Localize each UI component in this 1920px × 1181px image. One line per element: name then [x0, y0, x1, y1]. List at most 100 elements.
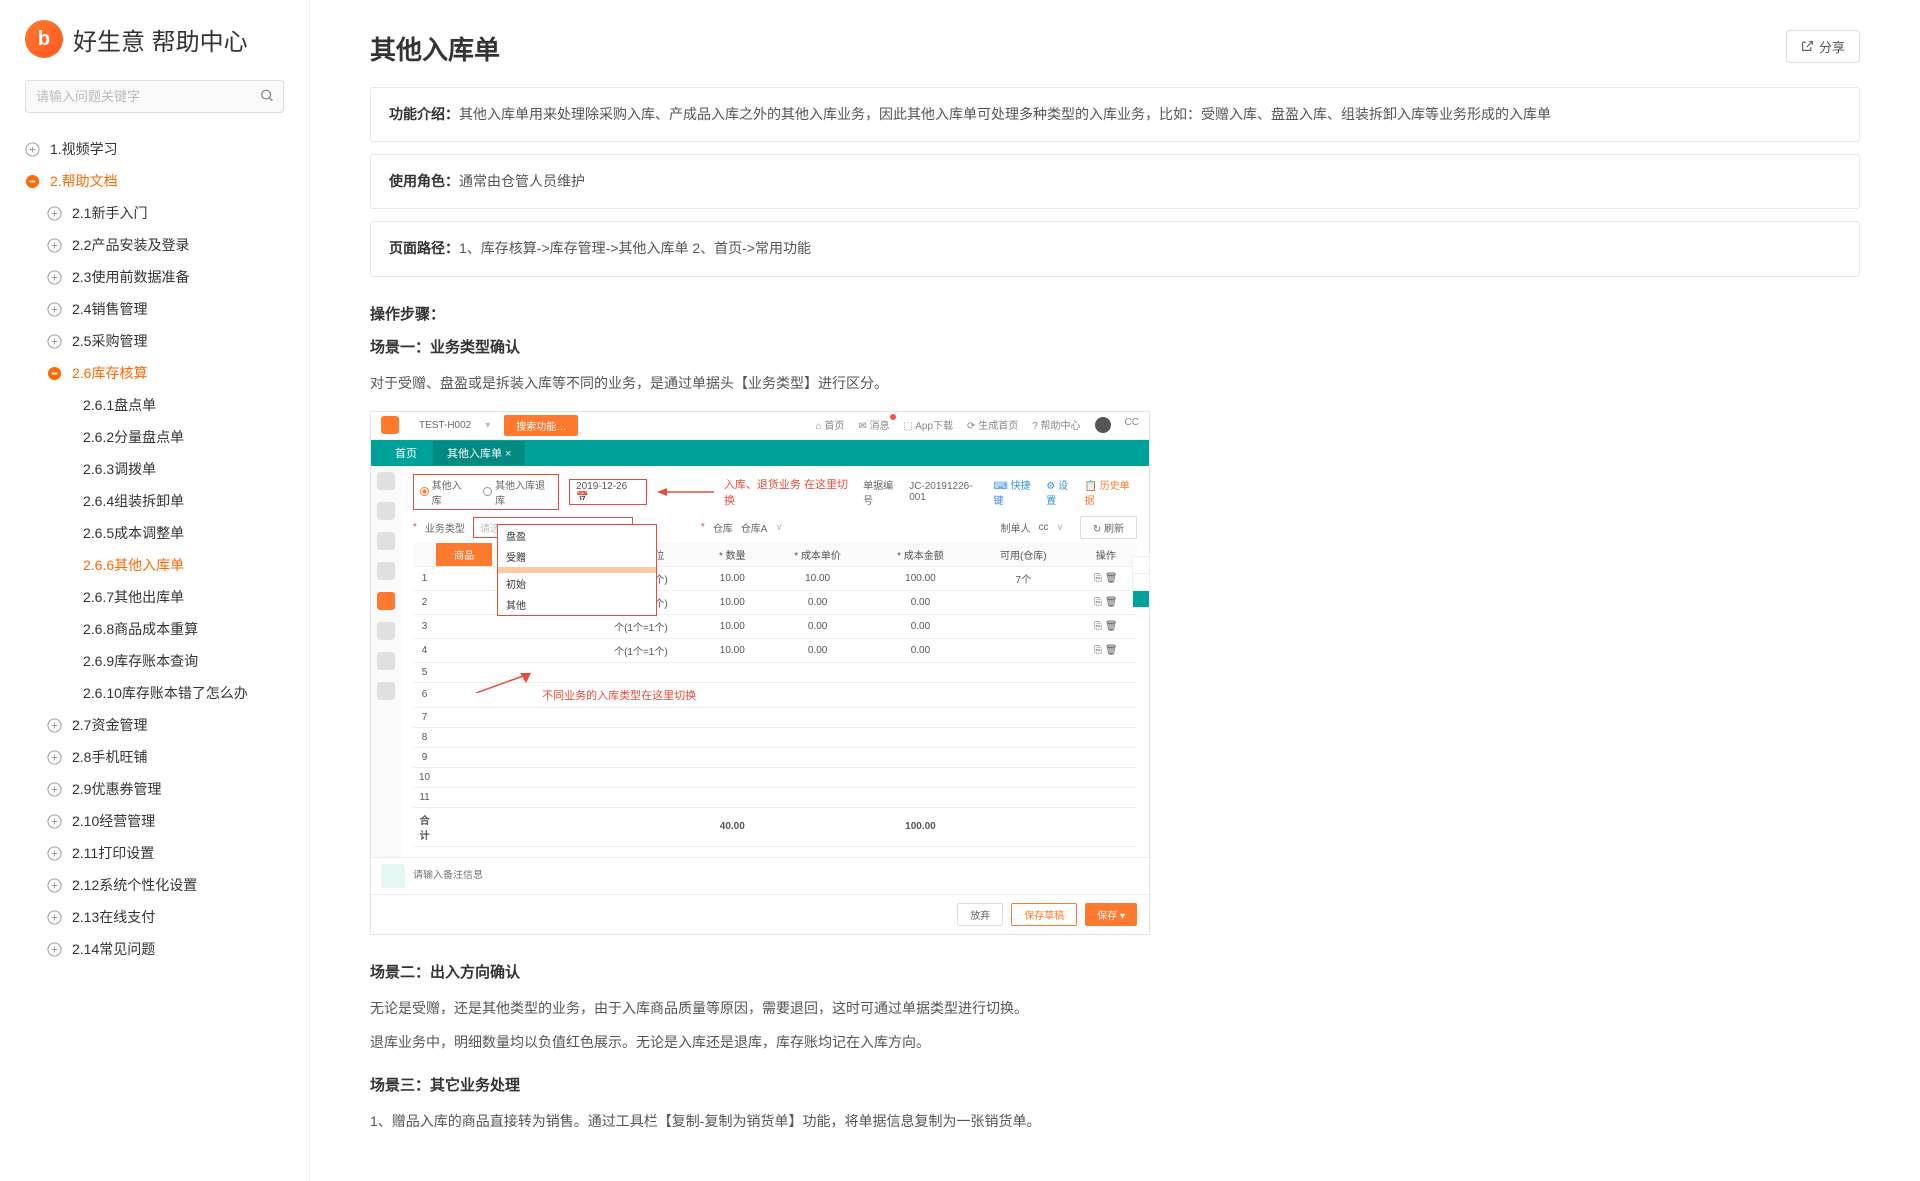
ss-home-link: ⌂ 首页: [816, 417, 845, 433]
scene3-title: 场景三：其它业务处理: [370, 1074, 1860, 1095]
ss-nav-icon: [377, 562, 395, 580]
ss-nav-icon: [377, 652, 395, 670]
expand-icon: [47, 814, 62, 829]
collapse-icon: [47, 366, 62, 381]
nav-2-2[interactable]: 2.2产品安装及登录: [25, 229, 284, 261]
ss-maker-val: cc: [1039, 522, 1049, 533]
nav-2-6-5[interactable]: 2.6.5成本调整单: [25, 517, 284, 549]
intro-text: 其他入库单用来处理除采购入库、产成品入库之外的其他入库业务，因此其他入库单可处理…: [459, 106, 1551, 122]
ss-link-settings: ⚙ 设置: [1046, 477, 1076, 507]
ss-draft-btn: 保存草稿: [1011, 903, 1077, 926]
expand-icon: [47, 846, 62, 861]
ss-wh-val: 仓库A: [741, 520, 768, 535]
nav-2-6-7[interactable]: 2.6.7其他出库单: [25, 581, 284, 613]
scene2-p2: 退库业务中，明细数量均以负值红色展示。无论是入库还是退库，库存账均记在入库方向。: [370, 1028, 1860, 1056]
ss-help-link: ? 帮助中心: [1032, 417, 1080, 433]
nav-video[interactable]: 1.视频学习: [25, 133, 284, 165]
nav-docs[interactable]: 2.帮助文档: [25, 165, 284, 197]
ss-nav-icon: [377, 472, 395, 490]
arrow-icon: [476, 673, 536, 693]
ss-refresh-btn: ↻ 刷新: [1080, 516, 1137, 539]
ss-nav-icon: [377, 532, 395, 550]
steps-title: 操作步骤：: [370, 303, 1860, 324]
scene2-title: 场景二：出入方向确认: [370, 961, 1860, 982]
ss-save-btn: 保存 ▾: [1085, 903, 1137, 926]
nav-2-8[interactable]: 2.8手机旺铺: [25, 741, 284, 773]
expand-icon: [47, 270, 62, 285]
expand-icon: [47, 782, 62, 797]
ss-date: 2019-12-26 📅: [569, 479, 647, 505]
path-box: 页面路径：1、库存核算->库存管理->其他入库单 2、首页->常用功能: [370, 221, 1860, 276]
ss-link-history: 📋 历史单据: [1084, 477, 1137, 507]
expand-icon: [47, 942, 62, 957]
role-label: 使用角色：: [389, 173, 459, 189]
ss-user: CC: [1125, 417, 1139, 433]
ss-remark-input: [413, 870, 1139, 881]
nav-2-6-1[interactable]: 2.6.1盘点单: [25, 389, 284, 421]
expand-icon: [47, 750, 62, 765]
ss-annotation-2: 不同业务的入库类型在这里切换: [542, 690, 696, 702]
ss-docno-label: 单据编号: [863, 477, 901, 507]
ss-sidetools: [1132, 556, 1150, 607]
ss-nav-icon: [377, 682, 395, 700]
ss-tab-home: 首页: [381, 441, 431, 465]
nav-2-12[interactable]: 2.12系统个性化设置: [25, 869, 284, 901]
expand-icon: [47, 334, 62, 349]
role-text: 通常由仓管人员维护: [459, 173, 585, 189]
nav-2-3[interactable]: 2.3使用前数据准备: [25, 261, 284, 293]
arrow-icon: [657, 486, 714, 498]
expand-icon: [47, 718, 62, 733]
nav-2-1[interactable]: 2.1新手入门: [25, 197, 284, 229]
ss-filter-label: 业务类型: [425, 520, 465, 535]
ss-nav-icon: [377, 502, 395, 520]
ss-dropdown: 盘盈 受赠 初始 其他: [497, 524, 657, 616]
ss-search-btn: 搜索功能…: [504, 415, 578, 436]
ss-logo-icon: [381, 416, 399, 434]
nav-2-7[interactable]: 2.7资金管理: [25, 709, 284, 741]
nav-2-6-8[interactable]: 2.6.8商品成本重算: [25, 613, 284, 645]
nav-2-9[interactable]: 2.9优惠券管理: [25, 773, 284, 805]
nav-2-14[interactable]: 2.14常见问题: [25, 933, 284, 965]
sidebar: b 好生意 帮助中心 1.视频学习 2.帮助文档 2.1新手入门 2.2产品安装…: [0, 0, 310, 1181]
radio-icon: [483, 487, 492, 496]
ss-sidetool-icon: [1132, 590, 1150, 608]
ss-leftnav: [371, 466, 401, 857]
nav-2-6-2[interactable]: 2.6.2分量盘点单: [25, 421, 284, 453]
search-input[interactable]: [25, 80, 284, 113]
ss-dd-item: 其他: [498, 594, 656, 615]
ss-tab-doc: 其他入库单 ×: [433, 441, 525, 465]
ss-nav-icon: [377, 622, 395, 640]
nav-2-10[interactable]: 2.10经营管理: [25, 805, 284, 837]
share-icon: [1801, 39, 1814, 55]
nav-2-6-6[interactable]: 2.6.6其他入库单: [25, 549, 284, 581]
page-title: 其他入库单: [370, 30, 500, 67]
nav-2-13[interactable]: 2.13在线支付: [25, 901, 284, 933]
nav-2-6-9[interactable]: 2.6.9库存账本查询: [25, 645, 284, 677]
search-icon[interactable]: [260, 88, 274, 105]
nav-2-6-10[interactable]: 2.6.10库存账本错了怎么办: [25, 677, 284, 709]
brand-title: 好生意 帮助中心: [73, 22, 248, 57]
main-content: 其他入库单 分享 功能介绍：其他入库单用来处理除采购入库、产成品入库之外的其他入…: [310, 0, 1920, 1181]
nav-2-6-4[interactable]: 2.6.4组装拆卸单: [25, 485, 284, 517]
share-button[interactable]: 分享: [1786, 30, 1860, 63]
ss-maker-label: 制单人: [1001, 520, 1031, 535]
nav-2-6-3[interactable]: 2.6.3调拨单: [25, 453, 284, 485]
nav-2-4[interactable]: 2.4销售管理: [25, 293, 284, 325]
ss-dd-item: 初始: [498, 573, 656, 594]
embedded-screenshot: TEST-H002 ▾ 搜索功能… ⌂ 首页 ✉ 消息 ⬚ App下载 ⟳ 生成…: [370, 411, 1150, 935]
ss-link-hotkey: ⌨ 快捷键: [993, 477, 1038, 507]
ss-gen-link: ⟳ 生成首页: [967, 417, 1018, 433]
brand: b 好生意 帮助中心: [25, 20, 284, 58]
ss-env: TEST-H002: [419, 420, 471, 431]
ss-tabs: 首页 其他入库单 ×: [371, 440, 1149, 466]
scene1-title: 场景一：业务类型确认: [370, 336, 1860, 357]
nav-2-11[interactable]: 2.11打印设置: [25, 837, 284, 869]
role-box: 使用角色：通常由仓管人员维护: [370, 154, 1860, 209]
ss-wh-label: 仓库: [713, 520, 733, 535]
nav-2-5[interactable]: 2.5采购管理: [25, 325, 284, 357]
expand-icon: [47, 206, 62, 221]
ss-footer: 放弃 保存草稿 保存 ▾: [371, 894, 1149, 934]
ss-dd-item: 受赠: [498, 546, 656, 567]
nav-2-6[interactable]: 2.6库存核算: [25, 357, 284, 389]
ss-topbar: TEST-H002 ▾ 搜索功能… ⌂ 首页 ✉ 消息 ⬚ App下载 ⟳ 生成…: [371, 412, 1149, 440]
